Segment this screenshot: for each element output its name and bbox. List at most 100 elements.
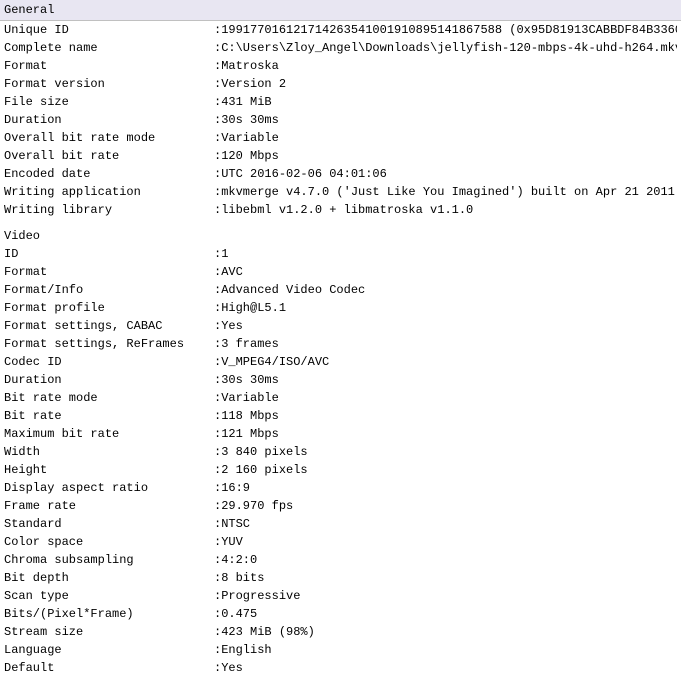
info-label: Complete name	[4, 39, 214, 57]
section-title: Video	[4, 229, 40, 243]
colon: :	[214, 641, 221, 659]
info-value: English	[221, 641, 271, 659]
info-value: Variable	[221, 389, 279, 407]
info-label: Duration	[4, 111, 214, 129]
info-label: Scan type	[4, 587, 214, 605]
info-row: Maximum bit rate: 121 Mbps	[4, 425, 677, 443]
info-label: File size	[4, 93, 214, 111]
info-label: Format	[4, 57, 214, 75]
info-label: Format settings, CABAC	[4, 317, 214, 335]
info-value: Yes	[221, 317, 243, 335]
info-label: Format settings, ReFrames	[4, 335, 214, 353]
colon: :	[214, 129, 221, 147]
info-label: Duration	[4, 371, 214, 389]
info-value: 16:9	[221, 479, 250, 497]
info-label: Display aspect ratio	[4, 479, 214, 497]
info-value: V_MPEG4/ISO/AVC	[221, 353, 329, 371]
colon: :	[214, 317, 221, 335]
colon: :	[214, 353, 221, 371]
section-title: General	[4, 3, 54, 17]
colon: :	[214, 263, 221, 281]
section-header-video: Video	[0, 227, 681, 245]
info-label: Bit rate	[4, 407, 214, 425]
info-label: Bit depth	[4, 569, 214, 587]
info-label: Format/Info	[4, 281, 214, 299]
info-row: Display aspect ratio: 16:9	[4, 479, 677, 497]
info-label: Width	[4, 443, 214, 461]
colon: :	[214, 659, 221, 677]
info-label: Codec ID	[4, 353, 214, 371]
info-value: UTC 2016-02-06 04:01:06	[221, 165, 387, 183]
info-value: Matroska	[221, 57, 279, 75]
info-row: Bit rate mode: Variable	[4, 389, 677, 407]
info-value: Version 2	[221, 75, 286, 93]
info-row: Bit rate: 118 Mbps	[4, 407, 677, 425]
info-label: Writing application	[4, 183, 214, 201]
section-header-general: General	[0, 0, 681, 21]
info-row: Chroma subsampling: 4:2:0	[4, 551, 677, 569]
colon: :	[214, 39, 221, 57]
info-row: Writing application: mkvmerge v4.7.0 ('J…	[4, 183, 677, 201]
colon: :	[214, 497, 221, 515]
colon: :	[214, 623, 221, 641]
colon: :	[214, 335, 221, 353]
info-value: 0.475	[221, 605, 257, 623]
info-row: Frame rate: 29.970 fps	[4, 497, 677, 515]
info-value: Yes	[221, 659, 243, 677]
info-value: 29.970 fps	[221, 497, 293, 515]
info-value: 199177016121714263541001910895141867588 …	[221, 21, 677, 39]
info-label: Bits/(Pixel*Frame)	[4, 605, 214, 623]
colon: :	[214, 75, 221, 93]
info-value: 120 Mbps	[221, 147, 279, 165]
info-value: AVC	[221, 263, 243, 281]
info-value: YUV	[221, 533, 243, 551]
colon: :	[214, 201, 221, 219]
info-label: Default	[4, 659, 214, 677]
info-row: File size: 431 MiB	[4, 93, 677, 111]
info-row: Format profile: High@L5.1	[4, 299, 677, 317]
colon: :	[214, 407, 221, 425]
info-value: 2 160 pixels	[221, 461, 307, 479]
info-row: Bits/(Pixel*Frame): 0.475	[4, 605, 677, 623]
info-row: Color space: YUV	[4, 533, 677, 551]
colon: :	[214, 533, 221, 551]
info-row: Format: AVC	[4, 263, 677, 281]
info-row: Format version: Version 2	[4, 75, 677, 93]
colon: :	[214, 515, 221, 533]
colon: :	[214, 147, 221, 165]
info-row: Overall bit rate: 120 Mbps	[4, 147, 677, 165]
info-label: Overall bit rate mode	[4, 129, 214, 147]
info-value: 431 MiB	[221, 93, 271, 111]
colon: :	[214, 461, 221, 479]
colon: :	[214, 93, 221, 111]
colon: :	[214, 111, 221, 129]
colon: :	[214, 587, 221, 605]
info-row: Bit depth: 8 bits	[4, 569, 677, 587]
info-value: 30s 30ms	[221, 371, 279, 389]
info-row: Format settings, ReFrames: 3 frames	[4, 335, 677, 353]
info-row: Duration: 30s 30ms	[4, 371, 677, 389]
info-label: Language	[4, 641, 214, 659]
colon: :	[214, 425, 221, 443]
info-row: Complete name: C:\Users\Zloy_Angel\Downl…	[4, 39, 677, 57]
info-value: 8 bits	[221, 569, 264, 587]
info-label: Frame rate	[4, 497, 214, 515]
colon: :	[214, 551, 221, 569]
info-value: mkvmerge v4.7.0 ('Just Like You Imagined…	[221, 183, 675, 201]
colon: :	[214, 479, 221, 497]
section-body-general: Unique ID: 19917701612171426354100191089…	[0, 21, 681, 227]
info-label: Writing library	[4, 201, 214, 219]
info-value: Advanced Video Codec	[221, 281, 365, 299]
colon: :	[214, 165, 221, 183]
info-row: Width: 3 840 pixels	[4, 443, 677, 461]
info-row: Height: 2 160 pixels	[4, 461, 677, 479]
info-value: 4:2:0	[221, 551, 257, 569]
colon: :	[214, 299, 221, 317]
info-row: Stream size: 423 MiB (98%)	[4, 623, 677, 641]
info-label: Maximum bit rate	[4, 425, 214, 443]
info-label: Format	[4, 263, 214, 281]
colon: :	[214, 21, 221, 39]
info-value: High@L5.1	[221, 299, 286, 317]
info-label: Chroma subsampling	[4, 551, 214, 569]
info-row: Overall bit rate mode: Variable	[4, 129, 677, 147]
